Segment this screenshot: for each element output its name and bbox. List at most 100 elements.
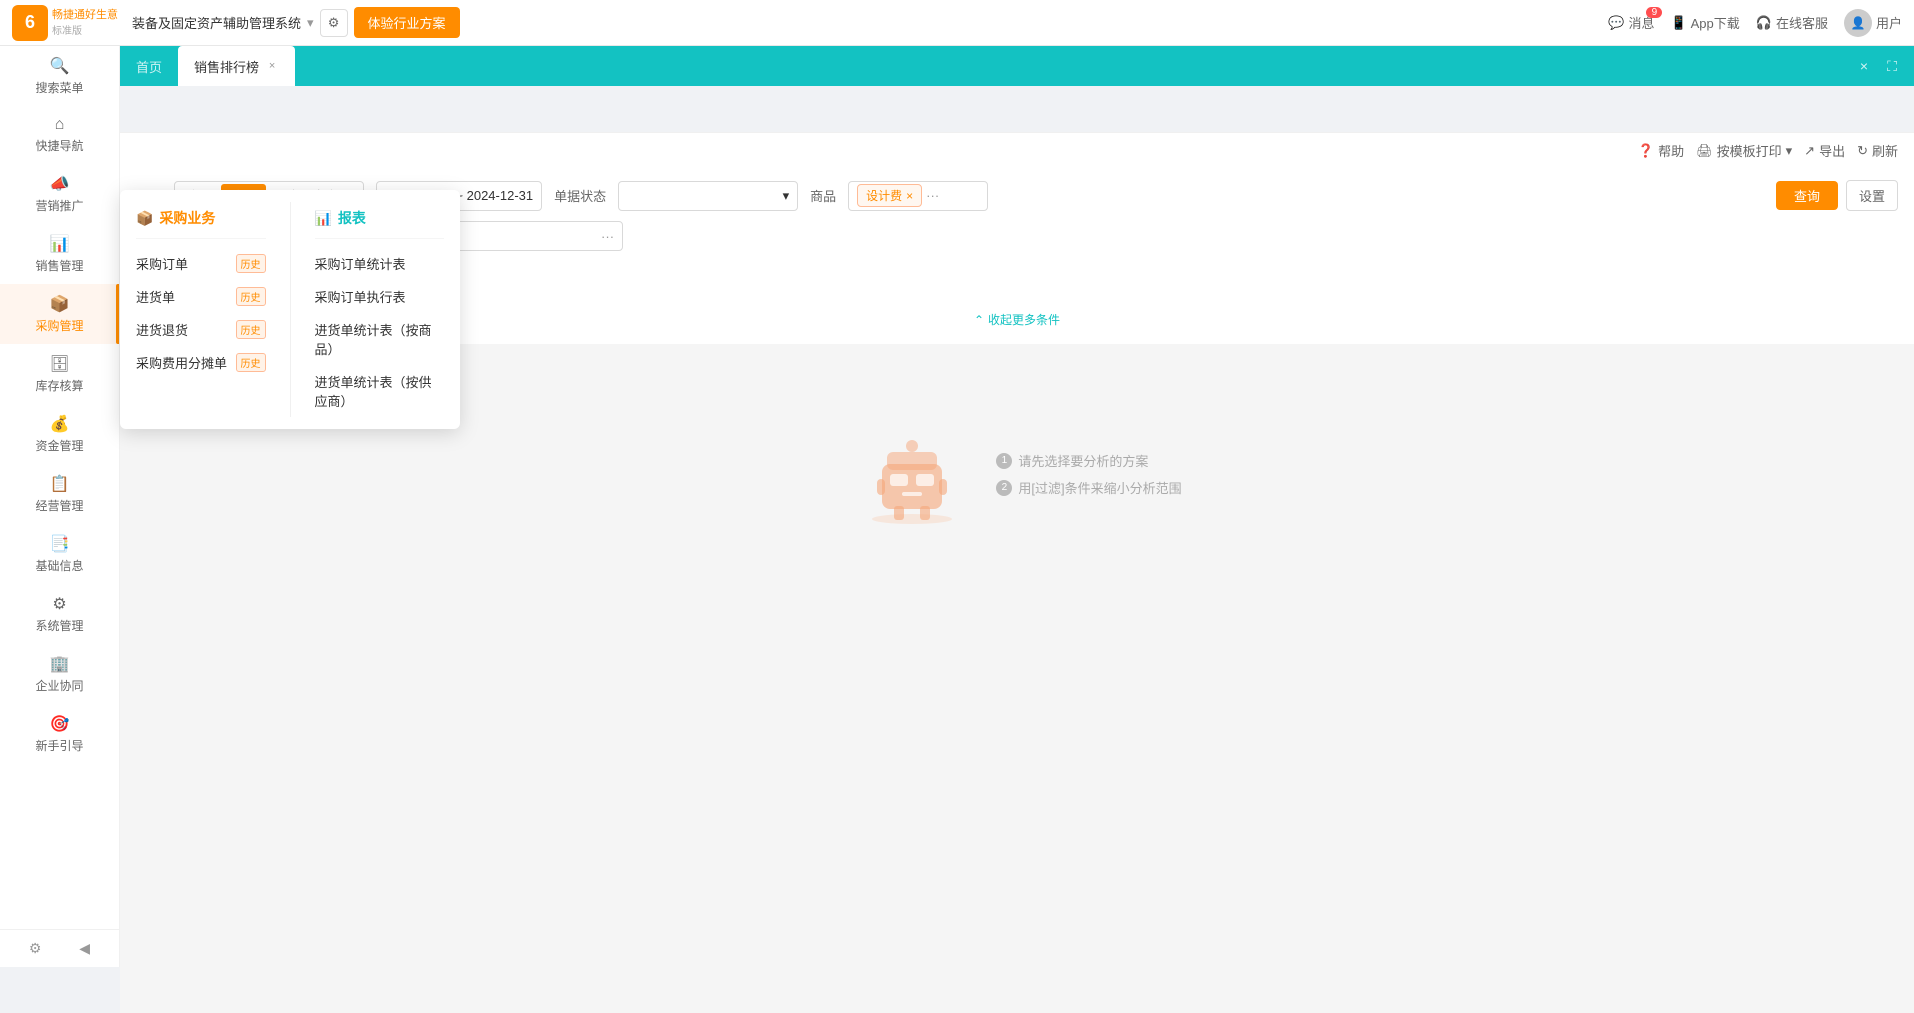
export-label: 导出 (1819, 141, 1845, 160)
system-settings-icon[interactable]: ⚙ (320, 9, 348, 37)
online-service-label: 在线客服 (1776, 13, 1828, 32)
empty-tip-1-text: 请先选择要分析的方案 (1018, 451, 1148, 470)
collapse-btn[interactable]: ⌃ 收起更多条件 (974, 311, 1060, 328)
tab-home[interactable]: 首页 (120, 46, 178, 86)
toolbar: ❓ 帮助 🖨 按模板打印 ▾ ↗ 导出 ↻ 刷新 (120, 132, 1914, 168)
logo: 6 畅捷通好生意 标准版 (12, 5, 132, 41)
sidebar-item-sales-label: 销售管理 (35, 257, 83, 274)
purchase-biz-icon: 📦 (136, 210, 153, 227)
dropdown-cols: 📦 采购业务 采购订单 历史 进货单 历史 进货退货 历史 采购费用分摊单 历史 (120, 202, 460, 417)
purchase-icon: 📦 (50, 294, 70, 314)
purchase-order-history-badge: 历史 (236, 254, 266, 273)
dropdown-item-inbound-stat-supplier[interactable]: 进货单统计表（按供应商） (315, 365, 445, 417)
print-template-btn[interactable]: 🖨 按模板打印 ▾ (1696, 141, 1792, 160)
goods-tag-close[interactable]: × (906, 189, 913, 203)
app-download-action[interactable]: 📱 App下载 (1670, 13, 1739, 32)
sales-icon: 📊 (50, 234, 70, 254)
sidebar-item-enterprise-label: 企业协同 (35, 677, 83, 694)
sidebar-collapse-btn[interactable]: ◀ (79, 940, 90, 957)
sidebar-item-quick-nav[interactable]: ⌂ 快捷导航 (0, 106, 119, 164)
sidebar-item-basic-info[interactable]: 📑 基础信息 (0, 524, 119, 584)
goods-select[interactable]: 设计费 × ··· (848, 181, 988, 211)
sidebar-item-system[interactable]: ⚙ 系统管理 (0, 584, 119, 644)
dropdown-item-purchase-order[interactable]: 采购订单 历史 (136, 247, 266, 280)
operations-icon: 📋 (50, 474, 70, 494)
tab-home-label: 首页 (136, 57, 162, 76)
online-service-action[interactable]: 🎧 在线客服 (1756, 13, 1828, 32)
logo-text: 畅捷通好生意 (52, 8, 118, 22)
refresh-icon: ↻ (1857, 143, 1868, 159)
print-dropdown-icon: ▾ (1786, 143, 1793, 159)
help-btn[interactable]: ❓ 帮助 (1638, 141, 1684, 160)
search-icon: 🔍 (50, 56, 70, 76)
sidebar-item-operations[interactable]: 📋 经营管理 (0, 464, 119, 524)
system-icon: ⚙ (52, 594, 66, 614)
print-template-label: 按模板打印 (1717, 141, 1782, 160)
empty-illustration (852, 424, 972, 524)
sidebar-item-sales[interactable]: 📊 销售管理 (0, 224, 119, 284)
dropdown-item-return[interactable]: 进货退货 历史 (136, 313, 266, 346)
salesman-dots[interactable]: ··· (601, 229, 614, 244)
sidebar-item-operations-label: 经营管理 (35, 497, 83, 514)
sidebar-item-purchase[interactable]: 📦 采购管理 (0, 284, 119, 344)
dropdown-item-inbound[interactable]: 进货单 历史 (136, 280, 266, 313)
home-icon: ⌂ (55, 116, 65, 134)
tabbar-close-btn[interactable]: × (1852, 54, 1876, 78)
salesman-select[interactable]: ··· (443, 221, 623, 251)
order-exec-label: 采购订单执行表 (315, 287, 406, 306)
user-action[interactable]: 👤 用户 (1844, 9, 1902, 37)
sidebar-item-enterprise[interactable]: 🏢 企业协同 (0, 644, 119, 704)
empty-tips: 1 请先选择要分析的方案 2 用[过滤]条件来缩小分析范围 (996, 451, 1181, 497)
system-dropdown-icon[interactable]: ▾ (307, 15, 314, 31)
return-label: 进货退货 (136, 320, 188, 339)
sidebar-item-guide-label: 新手引导 (35, 737, 83, 754)
dropdown-item-expense[interactable]: 采购费用分摊单 历史 (136, 346, 266, 379)
expense-history-badge: 历史 (236, 353, 266, 372)
sidebar-item-marketing[interactable]: 📣 营销推广 (0, 164, 119, 224)
settings-button[interactable]: 设置 (1846, 180, 1898, 211)
dropdown-col1-title: 📦 采购业务 (136, 202, 266, 239)
user-avatar: 👤 (1844, 9, 1872, 37)
purchase-dropdown-menu: 📦 采购业务 采购订单 历史 进货单 历史 进货退货 历史 采购费用分摊单 历史 (120, 190, 460, 429)
message-action[interactable]: 💬 消息 9 (1608, 13, 1654, 32)
inventory-icon: 🗄 (49, 354, 69, 374)
dropdown-item-inbound-stat-goods[interactable]: 进货单统计表（按商品） (315, 313, 445, 365)
inbound-stat-supplier-label: 进货单统计表（按供应商） (315, 372, 445, 410)
filter-actions: 查询 设置 (1776, 180, 1898, 211)
query-button[interactable]: 查询 (1776, 181, 1838, 210)
help-label: 帮助 (1658, 141, 1684, 160)
tab-close-icon[interactable]: × (265, 59, 279, 73)
dropdown-item-order-exec[interactable]: 采购订单执行表 (315, 280, 445, 313)
tabbar-fullscreen-btn[interactable]: ⛶ (1880, 54, 1904, 78)
logo-icon: 6 (12, 5, 48, 41)
collapse-label: 收起更多条件 (988, 311, 1060, 328)
sidebar-item-search-label: 搜索菜单 (35, 79, 83, 96)
dropdown-col-1: 📦 采购业务 采购订单 历史 进货单 历史 进货退货 历史 采购费用分摊单 历史 (120, 202, 282, 417)
sidebar-item-guide[interactable]: 🎯 新手引导 (0, 704, 119, 764)
empty-tip-1: 1 请先选择要分析的方案 (996, 451, 1181, 470)
sidebar-item-inventory[interactable]: 🗄 库存核算 (0, 344, 119, 404)
goods-tag-value: 设计费 (866, 187, 902, 204)
tab-sales-rank[interactable]: 销售排行榜 × (178, 46, 295, 86)
sidebar-item-system-label: 系统管理 (35, 617, 83, 634)
inbound-history-badge: 历史 (236, 287, 266, 306)
sidebar-item-search[interactable]: 🔍 搜索菜单 (0, 46, 119, 106)
bill-status-select[interactable]: ▾ (618, 181, 798, 211)
report-title: 报表 (338, 208, 366, 228)
inbound-label: 进货单 (136, 287, 175, 306)
sidebar-item-marketing-label: 营销推广 (35, 197, 83, 214)
goods-dots[interactable]: ··· (926, 188, 939, 203)
export-btn[interactable]: ↗ 导出 (1804, 141, 1845, 160)
enterprise-icon: 🏢 (50, 654, 70, 674)
dropdown-item-order-stat[interactable]: 采购订单统计表 (315, 247, 445, 280)
trial-button[interactable]: 体验行业方案 (354, 7, 460, 38)
sidebar-settings-btn[interactable]: ⚙ (29, 940, 42, 957)
return-history-badge: 历史 (236, 320, 266, 339)
sidebar-item-inventory-label: 库存核算 (35, 377, 83, 394)
goods-tag: 设计费 × (857, 184, 922, 207)
dropdown-col-2: 📊 报表 采购订单统计表 采购订单执行表 进货单统计表（按商品） 进货单统计表（… (299, 202, 461, 417)
sidebar-item-finance[interactable]: 💰 资金管理 (0, 404, 119, 464)
guide-icon: 🎯 (50, 714, 70, 734)
refresh-btn[interactable]: ↻ 刷新 (1857, 141, 1898, 160)
refresh-label: 刷新 (1872, 141, 1898, 160)
